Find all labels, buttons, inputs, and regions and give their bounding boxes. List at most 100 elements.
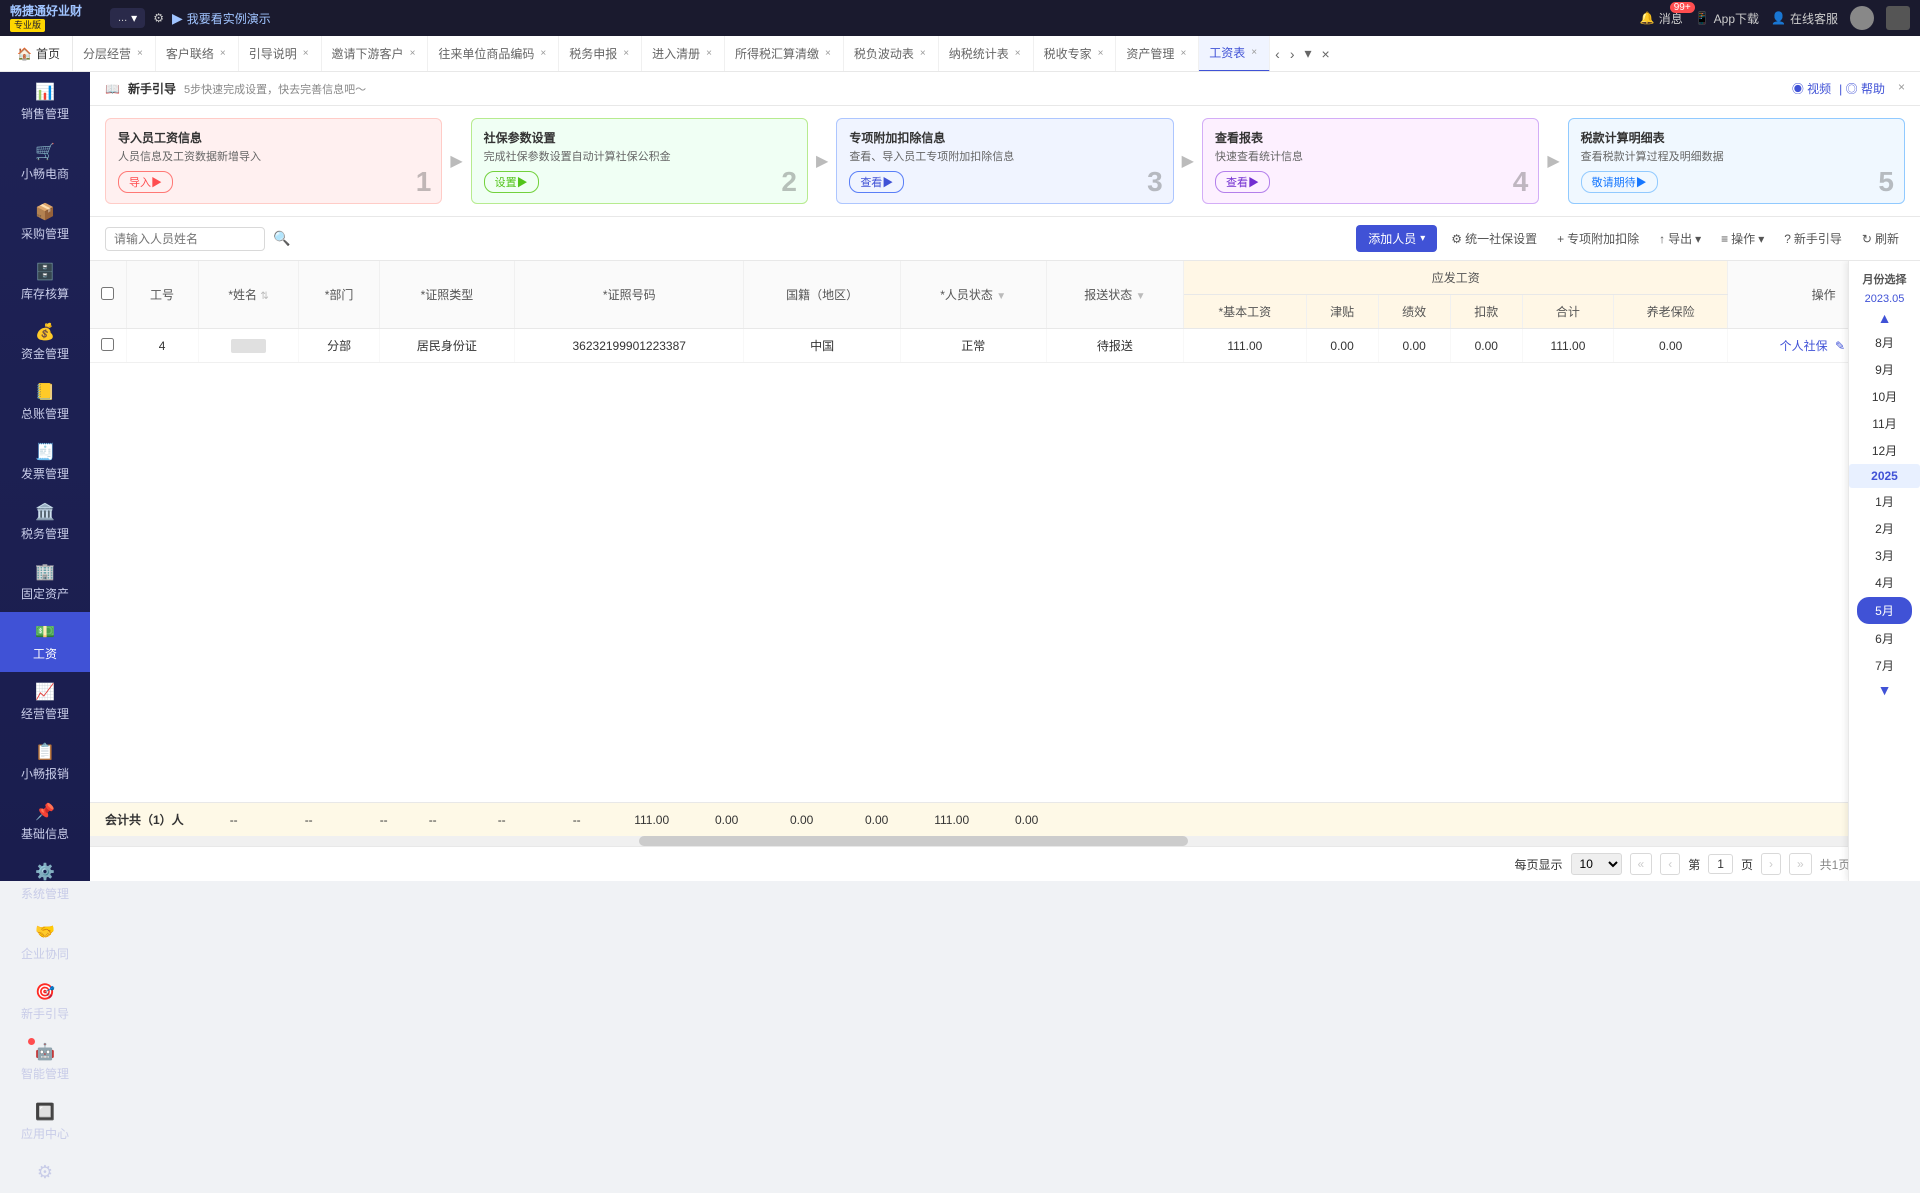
tab-clearance[interactable]: 进入清册 × <box>642 36 725 72</box>
submit-filter-icon[interactable]: ▼ <box>1136 291 1146 302</box>
row-checkbox[interactable] <box>101 338 114 351</box>
tab-invite[interactable]: 邀请下游客户 × <box>322 36 429 72</box>
step-3-btn[interactable]: 查看▶ <box>849 171 904 193</box>
search-input[interactable] <box>105 227 265 251</box>
sidebar-item-ecommerce[interactable]: 🛒 小畅电商 <box>0 132 90 192</box>
operations-action[interactable]: ≡ 操作 ▾ <box>1715 226 1770 251</box>
month-scroll-up-btn[interactable]: ▲ <box>1875 307 1895 329</box>
demo-link[interactable]: ▶ 我要看实例演示 <box>172 10 271 27</box>
new-guide-action[interactable]: ? 新手引导 <box>1778 226 1848 251</box>
close-guide-icon[interactable]: × <box>301 47 311 60</box>
sidebar-item-smart[interactable]: 🤖 智能管理 <box>0 1032 90 1092</box>
prev-page-btn[interactable]: ‹ <box>1660 853 1680 875</box>
sidebar-item-app-center[interactable]: 🔲 应用中心 <box>0 1092 90 1152</box>
next-page-btn[interactable]: › <box>1761 853 1781 875</box>
tab-assets[interactable]: 资产管理 × <box>1116 36 1199 72</box>
tab-tax-stat[interactable]: 纳税统计表 × <box>939 36 1034 72</box>
sidebar-item-payroll[interactable]: 💵 工资 <box>0 612 90 672</box>
tab-tax-calc[interactable]: 所得税汇算清缴 × <box>725 36 844 72</box>
app-download-btn[interactable]: 📱 App下载 <box>1695 10 1759 27</box>
social-security-action[interactable]: ⚙ 统一社保设置 <box>1445 226 1543 251</box>
menu-icon[interactable] <box>1886 6 1910 30</box>
close-assets-icon[interactable]: × <box>1178 47 1188 60</box>
close-tiered-icon[interactable]: × <box>135 47 145 60</box>
message-btn[interactable]: 🔔 消息 99+ <box>1640 10 1683 27</box>
tab-tiered[interactable]: 分层经营 × <box>73 36 156 72</box>
first-page-btn[interactable]: « <box>1630 853 1653 875</box>
sidebar-item-basics[interactable]: 📌 基础信息 <box>0 792 90 852</box>
export-action[interactable]: ↑ 导出 ▾ <box>1653 226 1707 251</box>
row-edit-icon[interactable]: ✎ <box>1835 339 1845 353</box>
search-btn[interactable]: 🔍 <box>273 230 290 247</box>
month-item-mar[interactable]: 3月 <box>1849 542 1920 569</box>
sidebar-item-ledger[interactable]: 📒 总账管理 <box>0 372 90 432</box>
month-item-jun[interactable]: 6月 <box>1849 625 1920 652</box>
guide-help-link[interactable]: | ◎ 帮助 <box>1839 80 1885 97</box>
step-4-btn[interactable]: 查看▶ <box>1215 171 1270 193</box>
month-item-oct[interactable]: 10月 <box>1849 383 1920 410</box>
sidebar-item-inventory[interactable]: 🗄️ 库存核算 <box>0 252 90 312</box>
close-tax-report-icon[interactable]: × <box>621 47 631 60</box>
month-scroll-down-btn[interactable]: ▼ <box>1875 679 1895 701</box>
month-item-apr[interactable]: 4月 <box>1849 569 1920 596</box>
close-customer-icon[interactable]: × <box>218 47 228 60</box>
tab-prev-btn[interactable]: ‹ <box>1270 44 1285 64</box>
tab-home[interactable]: 🏠 首页 <box>5 36 73 72</box>
special-deduction-action[interactable]: + 专项附加扣除 <box>1551 226 1645 251</box>
add-employee-btn[interactable]: 添加人员 ▾ <box>1356 225 1437 252</box>
close-payroll-icon[interactable]: × <box>1249 46 1259 59</box>
tab-guide[interactable]: 引导说明 × <box>239 36 322 72</box>
tab-tax-exempt[interactable]: 税负波动表 × <box>844 36 939 72</box>
sidebar-item-fixed-assets[interactable]: 🏢 固定资产 <box>0 552 90 612</box>
sidebar-item-sales[interactable]: 📊 销售管理 <box>0 72 90 132</box>
tab-tax-report[interactable]: 税务申报 × <box>559 36 642 72</box>
sidebar-item-marketing[interactable]: 📋 小畅报销 <box>0 732 90 792</box>
sidebar-item-purchase[interactable]: 📦 采购管理 <box>0 192 90 252</box>
guide-close-icon[interactable]: × <box>1898 80 1905 97</box>
close-tax-calc-icon[interactable]: × <box>823 47 833 60</box>
last-page-btn[interactable]: » <box>1789 853 1812 875</box>
tab-next-btn[interactable]: › <box>1285 44 1300 64</box>
status-filter-icon[interactable]: ▼ <box>996 291 1006 302</box>
month-item-aug[interactable]: 8月 <box>1849 329 1920 356</box>
close-all-icon[interactable]: × <box>1317 44 1335 64</box>
settings-icon-btn[interactable]: ⚙ <box>153 11 164 25</box>
close-units-icon[interactable]: × <box>538 47 548 60</box>
name-sort-icon[interactable]: ⇅ <box>260 291 268 302</box>
month-item-feb[interactable]: 2月 <box>1849 515 1920 542</box>
refresh-action[interactable]: ↻ 刷新 <box>1856 226 1905 251</box>
month-item-may[interactable]: 5月 <box>1857 597 1912 624</box>
row-social-security-link[interactable]: 个人社保 <box>1780 339 1828 353</box>
page-size-select[interactable]: 10 20 50 100 <box>1571 853 1622 875</box>
guide-video-link[interactable]: ◉ 视频 <box>1792 80 1831 97</box>
online-service-btn[interactable]: 👤 在线客服 <box>1771 10 1838 27</box>
scroll-thumb[interactable] <box>639 836 1188 846</box>
close-clearance-icon[interactable]: × <box>704 47 714 60</box>
step-5-btn[interactable]: 敬请期待▶ <box>1581 171 1658 193</box>
close-tax-stat-icon[interactable]: × <box>1013 47 1023 60</box>
month-item-jan[interactable]: 1月 <box>1849 488 1920 515</box>
step-1-btn[interactable]: 导入▶ <box>118 171 173 193</box>
tab-customer[interactable]: 客户联络 × <box>156 36 239 72</box>
month-item-sep[interactable]: 9月 <box>1849 356 1920 383</box>
tab-dropdown-btn[interactable]: ▾ <box>1299 43 1316 64</box>
close-invite-icon[interactable]: × <box>408 47 418 60</box>
month-item-nov[interactable]: 11月 <box>1849 410 1920 437</box>
horizontal-scrollbar[interactable] <box>90 836 1920 846</box>
sidebar-item-capital[interactable]: 💰 资金管理 <box>0 312 90 372</box>
avatar[interactable] <box>1850 6 1874 30</box>
month-item-jul[interactable]: 7月 <box>1849 652 1920 679</box>
sidebar-item-new-guide[interactable]: 🎯 新手引导 <box>0 972 90 1032</box>
tab-units[interactable]: 往来单位商品编码 × <box>428 36 559 72</box>
sidebar-item-tax[interactable]: 🏛️ 税务管理 <box>0 492 90 552</box>
sidebar-settings-btn[interactable]: ⚙ <box>0 1152 90 1193</box>
sidebar-item-system[interactable]: ⚙️ 系统管理 <box>0 852 90 912</box>
close-tax-expert-icon[interactable]: × <box>1096 47 1106 60</box>
month-item-dec[interactable]: 12月 <box>1849 437 1920 464</box>
tab-tax-expert[interactable]: 税收专家 × <box>1034 36 1117 72</box>
sidebar-item-invoice[interactable]: 🧾 发票管理 <box>0 432 90 492</box>
tab-payroll[interactable]: 工资表 × <box>1199 36 1270 72</box>
step-2-btn[interactable]: 设置▶ <box>484 171 539 193</box>
select-all-checkbox[interactable] <box>101 287 114 300</box>
sidebar-item-cooperation[interactable]: 🤝 企业协同 <box>0 912 90 972</box>
